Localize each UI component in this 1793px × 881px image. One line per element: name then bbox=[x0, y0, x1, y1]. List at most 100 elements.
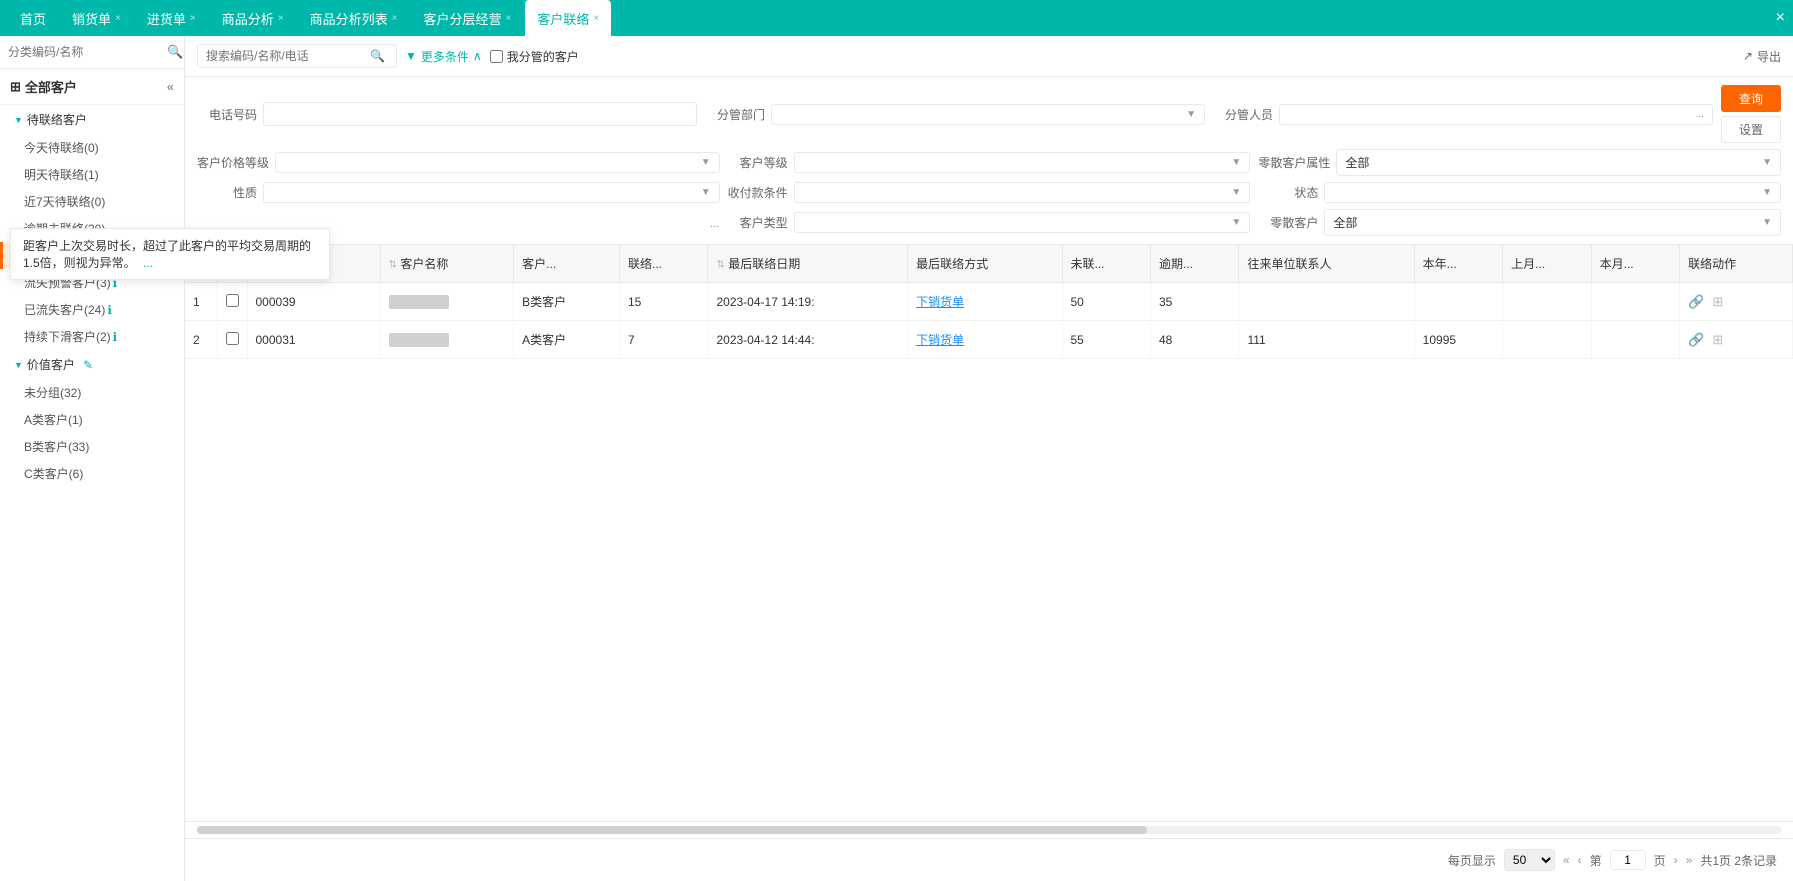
col-last-month: 上月... bbox=[1503, 245, 1591, 283]
value-customer-group[interactable]: ▼ 价值客户 ✎ bbox=[0, 350, 184, 379]
sidebar-class-c[interactable]: C类客户(6) bbox=[0, 460, 184, 487]
nav-product-analysis-list[interactable]: 商品分析列表 × bbox=[298, 0, 410, 36]
info-icon-churned[interactable]: ℹ bbox=[107, 303, 112, 317]
nav-product-analysis[interactable]: 商品分析 × bbox=[210, 0, 296, 36]
sidebar: 🔍 ⊞ 全部客户 « ▼ 待联络客户 今天待联络(0) 明天待联络(1) 近7天… bbox=[0, 36, 185, 881]
nav-product-analysis-list-close[interactable]: × bbox=[392, 13, 398, 24]
row-checkbox-1[interactable] bbox=[226, 332, 239, 345]
tooltip-more-icon[interactable]: ... bbox=[143, 256, 153, 270]
tooltip-box: 距客户上次交易时长，超过了此客户的平均交易周期的1.5倍，则视为异常。 ... bbox=[10, 228, 330, 280]
sidebar-search-bar: 🔍 bbox=[0, 36, 184, 69]
all-customers-title[interactable]: ⊞ 全部客户 « bbox=[0, 69, 184, 105]
sidebar-class-a[interactable]: A类客户(1) bbox=[0, 406, 184, 433]
sparse-attr-select[interactable]: 全部 ▼ bbox=[1336, 149, 1781, 176]
nav-customer-contact[interactable]: 客户联络 × bbox=[525, 0, 611, 36]
row-index: 2 bbox=[185, 321, 217, 359]
col-uncontacted: 未联... bbox=[1062, 245, 1150, 283]
col-last-contact-method: 最后联络方式 bbox=[908, 245, 1062, 283]
search-icon[interactable]: 🔍 bbox=[370, 49, 385, 63]
sidebar-declining[interactable]: 持续下滑客户(2) ℹ bbox=[0, 323, 184, 350]
row-unit-contact: 111 bbox=[1239, 321, 1414, 359]
price-level-select[interactable]: ▼ bbox=[275, 152, 720, 173]
filter-icon: ▼ bbox=[405, 49, 417, 63]
next-page-btn[interactable]: › bbox=[1674, 853, 1678, 867]
row-customer-type: A类客户 bbox=[514, 321, 620, 359]
sidebar-class-b[interactable]: B类客户(33) bbox=[0, 433, 184, 460]
filter-nature: 性质 ▼ bbox=[197, 182, 720, 203]
filter-manager: 分管人员 ... bbox=[1213, 104, 1713, 125]
sidebar-tomorrow-pending[interactable]: 明天待联络(1) bbox=[0, 161, 184, 188]
content-area: 🔍 ▼ 更多条件 ∧ 我分管的客户 ↗ 导出 电话号码 bbox=[185, 36, 1793, 881]
row-this-month bbox=[1591, 283, 1679, 321]
horizontal-scrollbar[interactable] bbox=[185, 821, 1793, 838]
nav-customer-segment[interactable]: 客户分层经营 × bbox=[411, 0, 523, 36]
contact-method-link[interactable]: 下销货单 bbox=[916, 333, 964, 347]
info-icon-declining[interactable]: ℹ bbox=[113, 330, 118, 344]
payment-arrow: ▼ bbox=[1231, 187, 1241, 198]
payment-select[interactable]: ▼ bbox=[794, 182, 1251, 203]
dept-select[interactable]: ▼ bbox=[771, 104, 1205, 125]
nav-home[interactable]: 首页 bbox=[8, 0, 58, 36]
row-customer-name bbox=[380, 283, 514, 321]
sidebar-search-icon[interactable]: 🔍 bbox=[167, 44, 183, 60]
value-group-edit-icon[interactable]: ✎ bbox=[83, 358, 93, 372]
row-checkbox-0[interactable] bbox=[226, 294, 239, 307]
sort-name-icon[interactable]: ⇅ bbox=[389, 259, 397, 270]
scrollbar-thumb[interactable] bbox=[197, 826, 1147, 834]
sidebar-unclassified[interactable]: 未分组(32) bbox=[0, 379, 184, 406]
page-number-input[interactable] bbox=[1610, 850, 1646, 870]
action-icon-link-1[interactable]: 🔗 bbox=[1688, 332, 1704, 348]
col-overdue: 逾期... bbox=[1150, 245, 1238, 283]
nav-purchase[interactable]: 进货单 × bbox=[135, 0, 208, 36]
sidebar-7days-pending[interactable]: 近7天待联络(0) bbox=[0, 188, 184, 215]
export-button[interactable]: ↗ 导出 bbox=[1743, 48, 1781, 65]
chevron-up-icon: ∧ bbox=[473, 49, 482, 63]
row-customer-code: 000039 bbox=[247, 283, 380, 321]
export-icon: ↗ bbox=[1743, 49, 1753, 63]
nav-purchase-close[interactable]: × bbox=[190, 13, 196, 24]
last-page-btn[interactable]: » bbox=[1686, 853, 1693, 867]
sort-date-icon[interactable]: ⇅ bbox=[716, 259, 724, 270]
window-close-button[interactable]: × bbox=[1776, 9, 1785, 27]
my-customers-checkbox[interactable] bbox=[490, 50, 503, 63]
extra-dots[interactable]: ... bbox=[710, 216, 720, 230]
pending-contact-group[interactable]: ▼ 待联络客户 bbox=[0, 105, 184, 134]
filter-dept: 分管部门 ▼ bbox=[705, 104, 1205, 125]
manager-select[interactable]: ... bbox=[1279, 104, 1713, 125]
per-page-select[interactable]: 50 20 100 bbox=[1504, 849, 1555, 871]
settings-button[interactable]: 设置 bbox=[1721, 116, 1781, 143]
row-checkbox-cell[interactable] bbox=[217, 321, 247, 359]
phone-input[interactable] bbox=[263, 102, 697, 126]
nav-customer-contact-close[interactable]: × bbox=[593, 13, 599, 24]
nature-select[interactable]: ▼ bbox=[263, 182, 720, 203]
nav-sales-close[interactable]: × bbox=[115, 13, 121, 24]
action-icon-grid-1[interactable]: ⊞ bbox=[1712, 332, 1723, 348]
contact-method-link[interactable]: 下销货单 bbox=[916, 295, 964, 309]
more-conditions-btn[interactable]: ▼ 更多条件 ∧ bbox=[405, 48, 482, 65]
customer-type-select[interactable]: ▼ bbox=[794, 212, 1251, 233]
nav-sales[interactable]: 销货单 × bbox=[60, 0, 133, 36]
query-button[interactable]: 查询 bbox=[1721, 85, 1781, 112]
nav-product-analysis-close[interactable]: × bbox=[278, 13, 284, 24]
row-last-contact-method: 下销货单 bbox=[908, 321, 1062, 359]
action-icon-link-0[interactable]: 🔗 bbox=[1688, 294, 1704, 310]
customer-level-select[interactable]: ▼ bbox=[794, 152, 1251, 173]
value-triangle-icon: ▼ bbox=[14, 360, 23, 370]
row-actions: 🔗 ⊞ bbox=[1680, 283, 1793, 321]
first-page-btn[interactable]: « bbox=[1563, 853, 1570, 867]
sparse-customer-select[interactable]: 全部 ▼ bbox=[1324, 209, 1781, 236]
price-level-arrow: ▼ bbox=[701, 157, 711, 168]
action-icon-grid-0[interactable]: ⊞ bbox=[1712, 294, 1723, 310]
sidebar-churned[interactable]: 已流失客户(24) ℹ bbox=[0, 296, 184, 323]
row-checkbox-cell[interactable] bbox=[217, 283, 247, 321]
sidebar-today-pending[interactable]: 今天待联络(0) bbox=[0, 134, 184, 161]
filter-customer-level: 客户等级 ▼ bbox=[728, 152, 1251, 173]
sidebar-search-input[interactable] bbox=[8, 45, 163, 59]
scrollbar-track[interactable] bbox=[197, 826, 1781, 834]
nav-customer-segment-close[interactable]: × bbox=[505, 13, 511, 24]
sidebar-collapse-icon[interactable]: « bbox=[167, 79, 174, 94]
search-input[interactable] bbox=[206, 49, 366, 63]
row-this-month bbox=[1591, 321, 1679, 359]
status-select[interactable]: ▼ bbox=[1324, 182, 1781, 203]
prev-page-btn[interactable]: ‹ bbox=[1578, 853, 1582, 867]
